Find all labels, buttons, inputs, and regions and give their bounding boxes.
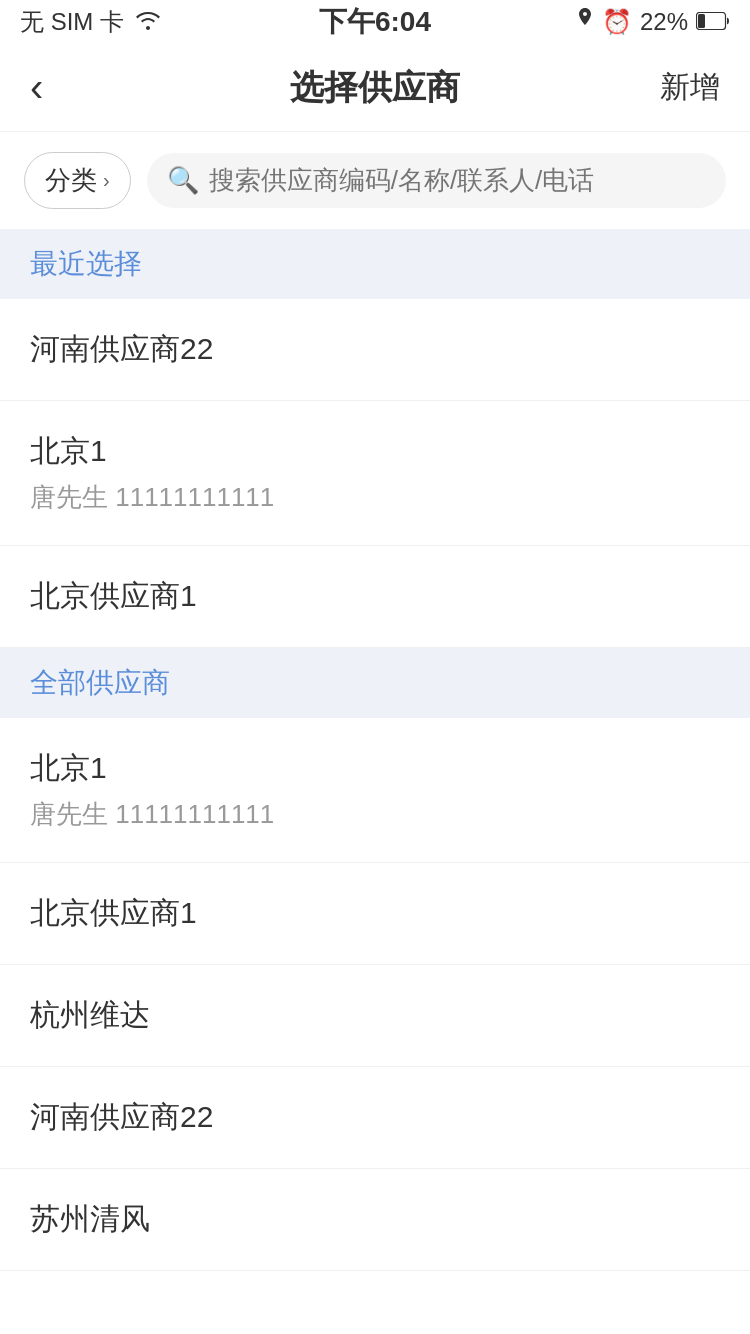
item-sub: 唐先生 11111111111 (30, 480, 720, 515)
recent-section-header: 最近选择 (0, 229, 750, 299)
search-input[interactable] (209, 165, 706, 196)
item-name: 河南供应商22 (30, 329, 720, 370)
carrier-label: 无 SIM 卡 (20, 6, 124, 38)
battery-label: 22% (640, 8, 688, 36)
status-time: 下午6:04 (319, 3, 431, 41)
add-button[interactable]: 新增 (660, 67, 720, 108)
list-item[interactable]: 河南供应商22 (0, 299, 750, 401)
list-item[interactable]: 杭州维达 (0, 965, 750, 1067)
recent-label: 最近选择 (30, 248, 142, 279)
recent-items-list: 河南供应商22 北京1 唐先生 11111111111 北京供应商1 (0, 299, 750, 648)
list-item[interactable]: 北京1 唐先生 11111111111 (0, 718, 750, 863)
list-item[interactable]: 河南供应商22 (0, 1067, 750, 1169)
location-icon (576, 8, 594, 36)
chevron-right-icon: › (103, 169, 110, 192)
battery-icon (696, 8, 730, 36)
nav-bar: ‹ 选择供应商 新增 (0, 44, 750, 132)
search-box: 🔍 (147, 153, 726, 208)
wifi-icon (134, 8, 162, 36)
status-left: 无 SIM 卡 (20, 6, 162, 38)
alarm-icon: ⏰ (602, 8, 632, 36)
list-item[interactable]: 北京1 唐先生 11111111111 (0, 401, 750, 546)
category-label: 分类 (45, 163, 97, 198)
page-title: 选择供应商 (90, 65, 660, 111)
back-icon: ‹ (30, 65, 43, 109)
item-name: 杭州维达 (30, 995, 720, 1036)
category-filter-button[interactable]: 分类 › (24, 152, 131, 209)
item-name: 北京1 (30, 431, 720, 472)
item-name: 北京1 (30, 748, 720, 789)
search-icon: 🔍 (167, 165, 199, 196)
item-name: 苏州清风 (30, 1199, 720, 1240)
svg-rect-1 (698, 14, 705, 28)
list-item[interactable]: 北京供应商1 (0, 546, 750, 648)
back-button[interactable]: ‹ (30, 65, 90, 110)
all-items-list: 北京1 唐先生 11111111111 北京供应商1 杭州维达河南供应商22 苏州清风 (0, 718, 750, 1271)
list-item[interactable]: 北京供应商1 (0, 863, 750, 965)
all-label: 全部供应商 (30, 667, 170, 698)
list-item[interactable]: 苏州清风 (0, 1169, 750, 1271)
item-name: 北京供应商1 (30, 893, 720, 934)
status-right: ⏰ 22% (576, 8, 730, 36)
all-section-header: 全部供应商 (0, 648, 750, 718)
item-name: 河南供应商22 (30, 1097, 720, 1138)
item-name: 北京供应商1 (30, 576, 720, 617)
filter-bar: 分类 › 🔍 (0, 132, 750, 229)
status-bar: 无 SIM 卡 下午6:04 ⏰ 22% (0, 0, 750, 44)
item-sub: 唐先生 11111111111 (30, 797, 720, 832)
